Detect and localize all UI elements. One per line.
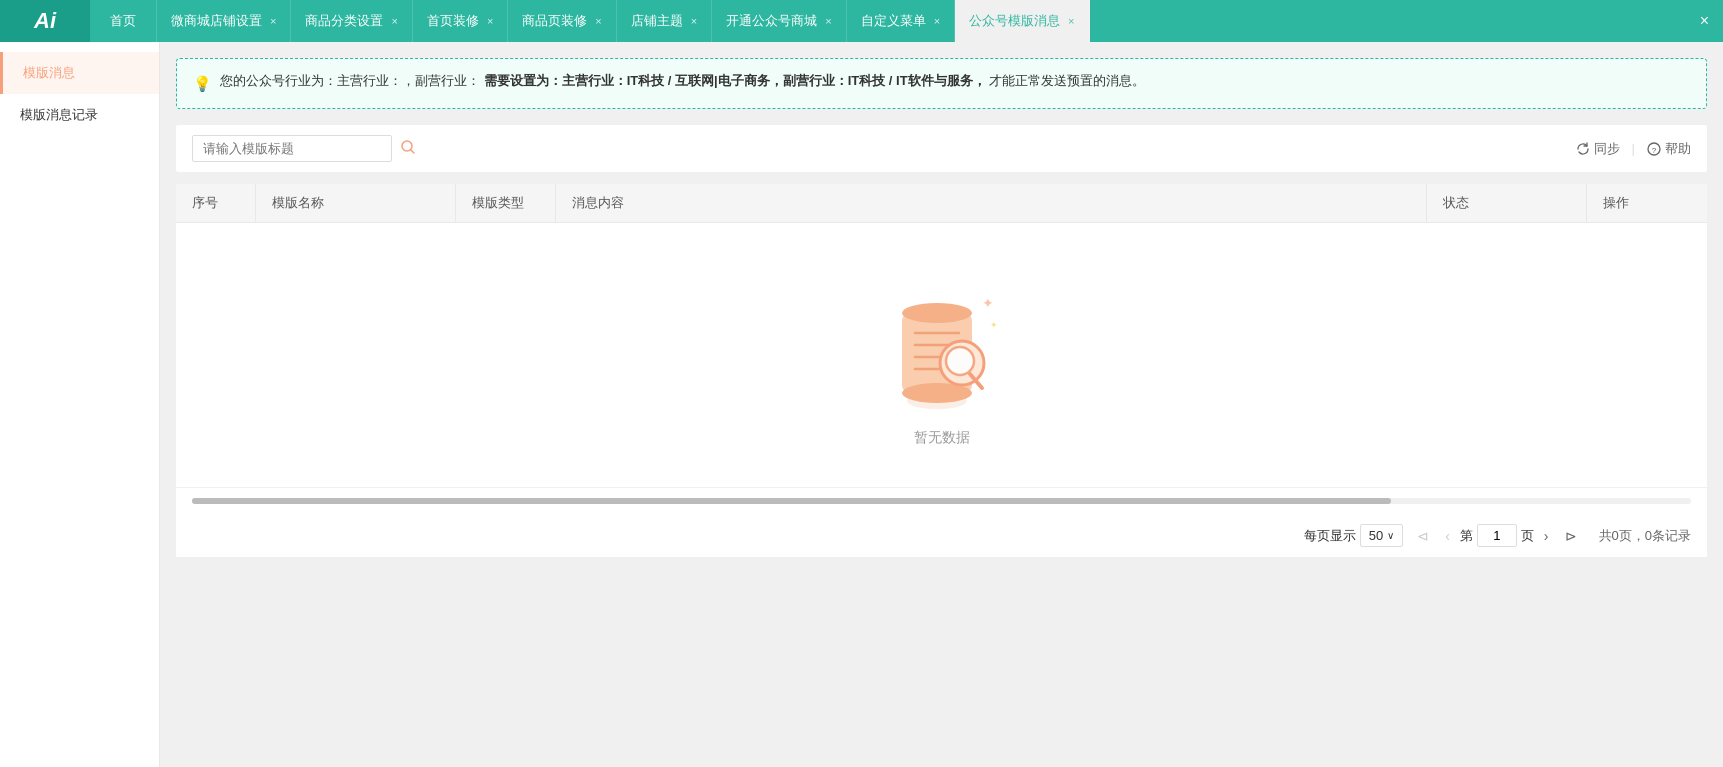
col-header-status: 状态 [1427, 184, 1587, 222]
close-product-page-tab[interactable]: × [595, 15, 601, 27]
close-shop-theme-tab[interactable]: × [691, 15, 697, 27]
page-number-input[interactable] [1477, 524, 1517, 547]
sync-button[interactable]: 同步 [1576, 140, 1620, 158]
scrollbar-thumb [192, 498, 1391, 504]
notice-banner: 💡 您的公众号行业为：主营行业：，副营行业： 需要设置为：主营行业：IT科技 /… [176, 58, 1707, 109]
close-product-category-tab[interactable]: × [391, 15, 397, 27]
close-template-msg-tab[interactable]: × [1068, 15, 1074, 27]
page-navigation: ⊲ ‹ 第 页 › ⊳ [1411, 524, 1582, 547]
nav-tab-template-msg[interactable]: 公众号模版消息 × [955, 0, 1089, 42]
notice-text: 您的公众号行业为：主营行业：，副营行业： 需要设置为：主营行业：IT科技 / 互… [220, 71, 1145, 92]
close-open-mall-tab[interactable]: × [825, 15, 831, 27]
nav-tab-product-page[interactable]: 商品页装修 × [508, 0, 616, 42]
col-header-name: 模版名称 [256, 184, 456, 222]
close-home-decor-tab[interactable]: × [487, 15, 493, 27]
col-header-content: 消息内容 [556, 184, 1427, 222]
nav-tab-open-mall[interactable]: 开通公众号商城 × [712, 0, 846, 42]
sidebar-item-template-record[interactable]: 模版消息记录 [0, 94, 159, 136]
svg-text:✦: ✦ [990, 320, 998, 330]
search-button[interactable] [400, 139, 416, 159]
divider: | [1632, 141, 1635, 156]
prev-page-button[interactable]: ‹ [1439, 526, 1456, 546]
nav-tab-custom-menu[interactable]: 自定义菜单 × [847, 0, 955, 42]
nav-tab-wechat-shop[interactable]: 微商城店铺设置 × [157, 0, 291, 42]
app-logo: Ai [0, 0, 90, 42]
help-button[interactable]: ? 帮助 [1647, 140, 1691, 158]
close-wechat-shop-tab[interactable]: × [270, 15, 276, 27]
data-table: 序号 模版名称 模版类型 消息内容 状态 操作 [176, 184, 1707, 557]
svg-point-13 [946, 347, 974, 375]
next-page-button[interactable]: › [1538, 526, 1555, 546]
nav-tab-home-decor[interactable]: 首页装修 × [413, 0, 508, 42]
search-left [192, 135, 416, 162]
main-layout: 模版消息 模版消息记录 💡 您的公众号行业为：主营行业：，副营行业： 需要设置为… [0, 42, 1723, 767]
empty-text: 暂无数据 [914, 429, 970, 447]
nav-tab-home[interactable]: 首页 [90, 0, 157, 42]
pagination: 每页显示 50 ∨ ⊲ ‹ 第 页 › ⊳ 共0页，0条记录 [176, 514, 1707, 557]
scrollbar-area [176, 487, 1707, 514]
table-header: 序号 模版名称 模版类型 消息内容 状态 操作 [176, 184, 1707, 223]
search-bar: 同步 | ? 帮助 [176, 125, 1707, 172]
nav-tab-list: 首页 微商城店铺设置 × 商品分类设置 × 首页装修 × 商品页装修 × 店铺主… [90, 0, 1686, 42]
last-page-button[interactable]: ⊳ [1559, 526, 1583, 546]
search-right: 同步 | ? 帮助 [1576, 140, 1691, 158]
col-header-type: 模版类型 [456, 184, 556, 222]
page-size-dropdown[interactable]: 50 ∨ [1360, 524, 1403, 547]
sidebar: 模版消息 模版消息记录 [0, 42, 160, 767]
svg-text:✦: ✦ [982, 295, 994, 311]
notice-highlight: 需要设置为：主营行业：IT科技 / 互联网|电子商务，副营行业：IT科技 / I… [484, 73, 986, 88]
page-size-selector: 每页显示 50 ∨ [1304, 524, 1403, 547]
svg-text:?: ? [1652, 146, 1657, 155]
main-content: 💡 您的公众号行业为：主营行业：，副营行业： 需要设置为：主营行业：IT科技 /… [160, 42, 1723, 767]
svg-point-6 [902, 303, 972, 323]
notice-icon: 💡 [193, 72, 212, 96]
page-total: 共0页，0条记录 [1599, 527, 1691, 545]
nav-tab-product-category[interactable]: 商品分类设置 × [291, 0, 412, 42]
empty-state: ✦ ✦ 暂无数据 [176, 223, 1707, 487]
scrollbar-track[interactable] [192, 498, 1691, 504]
search-input[interactable] [192, 135, 392, 162]
svg-line-1 [411, 149, 415, 153]
sidebar-item-template-msg[interactable]: 模版消息 [0, 52, 159, 94]
nav-tab-shop-theme[interactable]: 店铺主题 × [617, 0, 712, 42]
empty-illustration: ✦ ✦ [882, 283, 1002, 413]
top-navigation: Ai 首页 微商城店铺设置 × 商品分类设置 × 首页装修 × 商品页装修 × … [0, 0, 1723, 42]
chevron-down-icon: ∨ [1387, 530, 1394, 541]
col-header-action: 操作 [1587, 184, 1707, 222]
first-page-button[interactable]: ⊲ [1411, 526, 1435, 546]
close-all-tabs-button[interactable]: × [1686, 12, 1723, 30]
col-header-seq: 序号 [176, 184, 256, 222]
close-custom-menu-tab[interactable]: × [934, 15, 940, 27]
